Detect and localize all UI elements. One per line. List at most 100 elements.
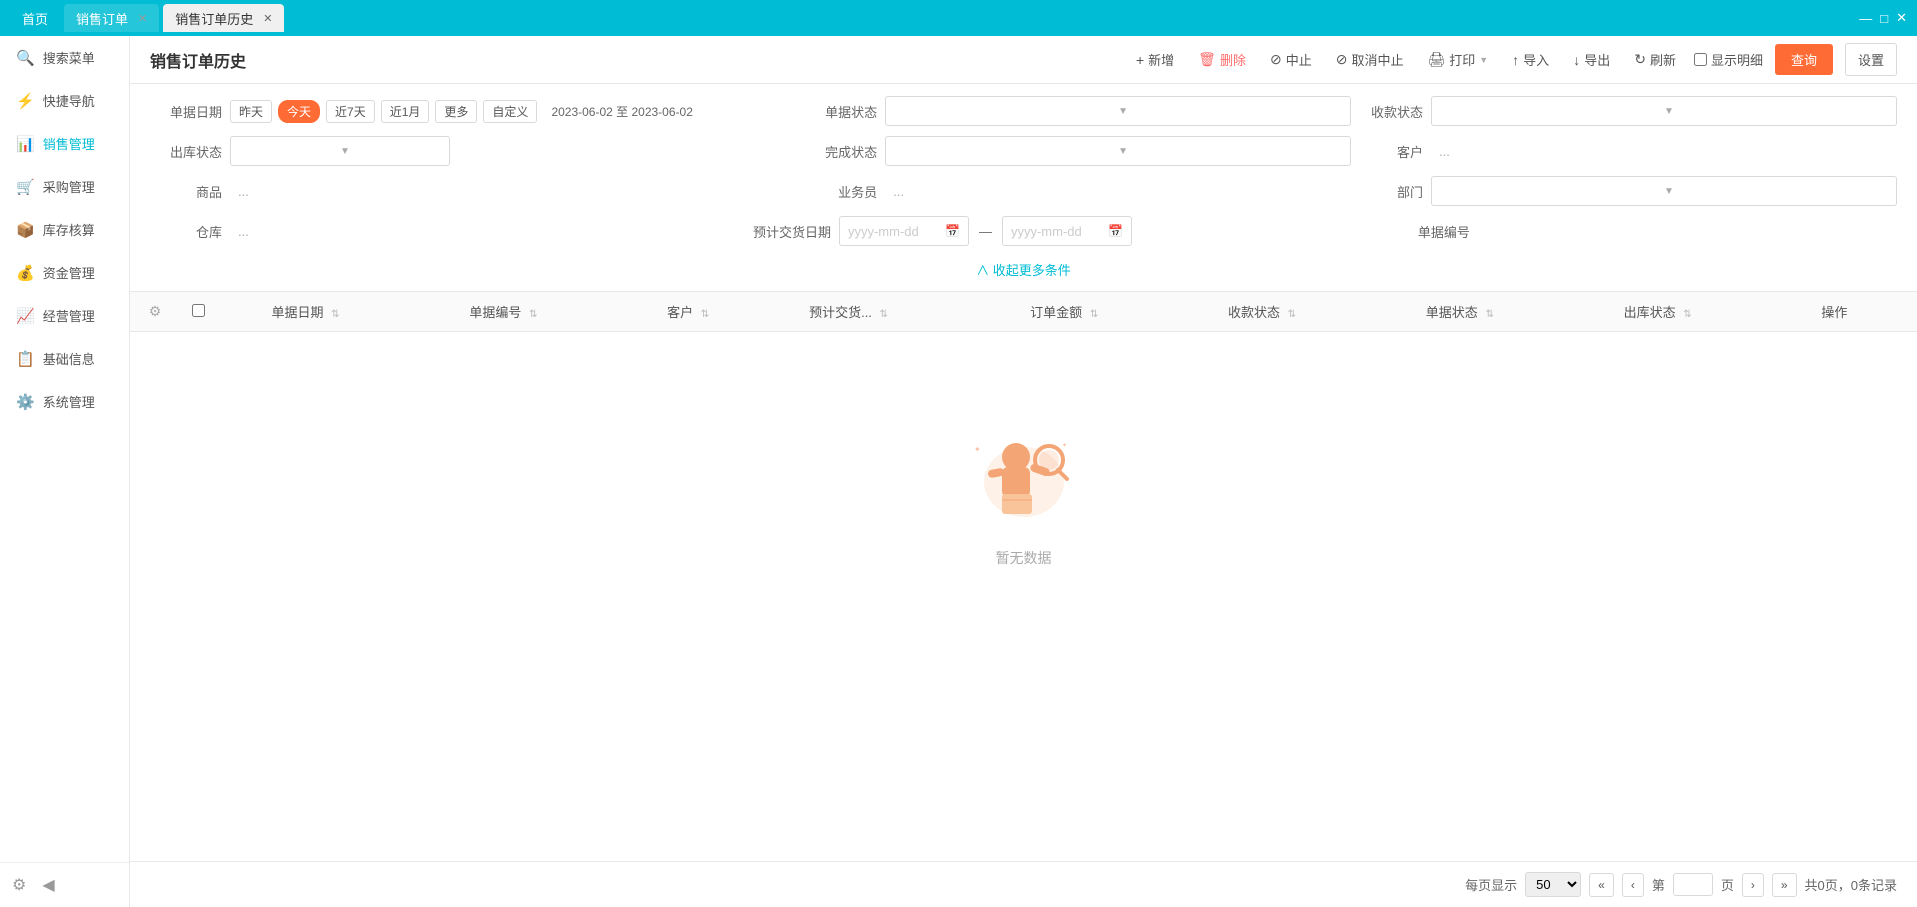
delete-btn[interactable]: 🗑 删除 xyxy=(1192,46,1252,73)
delivery-date-start[interactable]: yyyy-mm-dd 📅 xyxy=(839,216,969,246)
next-page-btn[interactable]: › xyxy=(1742,873,1764,897)
empty-illustration: ✦ ✦ xyxy=(964,412,1084,532)
order-status-select[interactable]: ▼ xyxy=(885,96,1351,126)
page-input[interactable]: 1 xyxy=(1673,873,1713,896)
complete-status-select[interactable]: ▼ xyxy=(885,136,1351,166)
date-more-btn[interactable]: 更多 xyxy=(435,100,477,123)
calendar-end-icon: 📅 xyxy=(1108,224,1123,238)
sidebar-settings-icon[interactable]: ⚙ xyxy=(12,875,26,895)
col-payment-status-label: 收款状态 xyxy=(1228,305,1280,320)
system-icon: ⚙️ xyxy=(16,393,35,411)
export-btn[interactable]: ↓ 导出 xyxy=(1567,46,1616,73)
tab-sales-order-close[interactable]: ✕ xyxy=(138,12,147,25)
warehouse-select[interactable]: ... xyxy=(238,224,249,239)
col-delivery-status[interactable]: 出库状态 ⇅ xyxy=(1612,292,1810,332)
customer-select[interactable]: ... xyxy=(1439,144,1450,159)
sidebar-item-operations[interactable]: 📈 经营管理 xyxy=(0,294,129,337)
refresh-btn-label: 刷新 xyxy=(1650,50,1676,69)
import-btn[interactable]: ↑ 导入 xyxy=(1506,46,1555,73)
sidebar-item-quick-nav[interactable]: ⚡ 快捷导航 xyxy=(0,79,129,122)
sidebar-collapse-icon[interactable]: ◀ xyxy=(42,875,54,895)
delivery-date-start-text: yyyy-mm-dd xyxy=(848,224,919,239)
cancel-stop-btn-label: 取消中止 xyxy=(1351,50,1403,69)
tab-sales-order-history-close[interactable]: ✕ xyxy=(263,12,272,25)
finance-icon: 💰 xyxy=(16,264,35,282)
sidebar-item-finance[interactable]: 💰 资金管理 xyxy=(0,251,129,294)
sidebar-item-inventory[interactable]: 📦 库存核算 xyxy=(0,208,129,251)
print-dropdown-icon[interactable]: ▼ xyxy=(1479,55,1488,65)
inventory-icon: 📦 xyxy=(16,221,35,239)
col-payment-status[interactable]: 收款状态 ⇅ xyxy=(1216,292,1414,332)
delivery-status-select[interactable]: ▼ xyxy=(230,136,450,166)
sidebar-item-basic-info[interactable]: 📋 基础信息 xyxy=(0,337,129,380)
col-checkbox xyxy=(180,292,260,332)
display-detail-checkbox[interactable] xyxy=(1694,53,1707,66)
date-last7-btn[interactable]: 近7天 xyxy=(326,100,375,123)
empty-state-cell: ✦ ✦ 暂无数据 xyxy=(130,332,1917,649)
payment-status-select[interactable]: ▼ xyxy=(1431,96,1897,126)
query-button[interactable]: 查询 xyxy=(1775,44,1833,75)
col-settings: ⚙ xyxy=(130,292,180,332)
minimize-btn[interactable]: — xyxy=(1859,11,1872,26)
date-today-btn[interactable]: 今天 xyxy=(278,100,320,123)
collapse-bar[interactable]: ∧ 收起更多条件 xyxy=(150,256,1897,279)
col-amount[interactable]: 订单金额 ⇅ xyxy=(1018,292,1216,332)
select-all-checkbox[interactable] xyxy=(192,304,205,317)
last-page-btn[interactable]: » xyxy=(1772,873,1797,897)
complete-status-arrow: ▼ xyxy=(1118,146,1342,157)
salesperson-select[interactable]: ... xyxy=(893,184,904,199)
sidebar-item-sales-mgmt-label: 销售管理 xyxy=(43,134,95,153)
table-settings-icon[interactable]: ⚙ xyxy=(149,303,162,319)
tab-sales-order[interactable]: 销售订单 ✕ xyxy=(64,4,159,32)
per-page-label: 每页显示 xyxy=(1465,875,1517,894)
col-no[interactable]: 单据编号 ⇅ xyxy=(457,292,655,332)
complete-status-label: 完成状态 xyxy=(805,142,885,161)
empty-svg: ✦ ✦ xyxy=(964,412,1084,532)
filter-row-2: 出库状态 ▼ 完成状态 ▼ 客户 ... xyxy=(150,136,1897,166)
product-select[interactable]: ... xyxy=(238,184,249,199)
sidebar-item-purchase-mgmt[interactable]: 🛒 采购管理 xyxy=(0,165,129,208)
col-order-status[interactable]: 单据状态 ⇅ xyxy=(1414,292,1612,332)
close-btn[interactable]: ✕ xyxy=(1896,10,1907,26)
prev-page-btn[interactable]: ‹ xyxy=(1622,873,1644,897)
department-arrow: ▼ xyxy=(1664,186,1888,197)
date-filter: 昨天 今天 近7天 近1月 更多 自定义 2023-06-02 至 2023-0… xyxy=(230,100,693,123)
date-last1m-btn[interactable]: 近1月 xyxy=(381,100,430,123)
tab-sales-order-history[interactable]: 销售订单历史 ✕ xyxy=(163,4,284,32)
department-select[interactable]: ▼ xyxy=(1431,176,1897,206)
date-yesterday-btn[interactable]: 昨天 xyxy=(230,100,272,123)
sidebar-item-sales-mgmt[interactable]: 📊 销售管理 xyxy=(0,122,129,165)
export-icon: ↓ xyxy=(1573,52,1580,68)
col-customer-sort: ⇅ xyxy=(701,309,709,320)
calendar-start-icon: 📅 xyxy=(945,224,960,238)
sidebar-item-quick-nav-label: 快捷导航 xyxy=(43,91,95,110)
print-btn-label: 打印 xyxy=(1449,50,1475,69)
page-prefix: 第 xyxy=(1652,875,1665,894)
stop-btn[interactable]: ⊘ 中止 xyxy=(1264,46,1318,73)
tab-sales-order-label: 销售订单 xyxy=(76,9,128,28)
col-date[interactable]: 单据日期 ⇅ xyxy=(260,292,458,332)
col-delivery-date[interactable]: 预计交货... ⇅ xyxy=(797,292,1018,332)
setting-button[interactable]: 设置 xyxy=(1845,43,1897,76)
cancel-stop-icon: ⊘ xyxy=(1336,51,1348,68)
filter-row-4: 仓库 ... 预计交货日期 yyyy-mm-dd 📅 — yyyy xyxy=(150,216,1897,246)
print-btn[interactable]: 🖨 打印 ▼ xyxy=(1421,46,1494,73)
refresh-btn[interactable]: ↻ 刷新 xyxy=(1628,46,1682,73)
new-btn[interactable]: + 新增 xyxy=(1130,46,1180,73)
pagination: 每页显示 50 10 20 100 « ‹ 第 1 页 › » 共0页，0条记录 xyxy=(130,861,1917,907)
filter-delivery-date-col: 预计交货日期 yyyy-mm-dd 📅 — yyyy-mm-dd 📅 xyxy=(749,216,1398,246)
display-detail-toggle[interactable]: 显示明细 xyxy=(1694,50,1763,69)
col-delivery-date-label: 预计交货... xyxy=(809,305,872,320)
sidebar-item-system[interactable]: ⚙️ 系统管理 xyxy=(0,380,129,423)
cancel-stop-btn[interactable]: ⊘ 取消中止 xyxy=(1330,46,1410,73)
delivery-date-end-text: yyyy-mm-dd xyxy=(1011,224,1082,239)
maximize-btn[interactable]: □ xyxy=(1880,11,1888,26)
sidebar-item-search-menu[interactable]: 🔍 搜索菜单 xyxy=(0,36,129,79)
delivery-date-end[interactable]: yyyy-mm-dd 📅 xyxy=(1002,216,1132,246)
col-customer[interactable]: 客户 ⇅ xyxy=(655,292,797,332)
tab-home[interactable]: 首页 xyxy=(10,4,60,32)
per-page-select[interactable]: 50 10 20 100 xyxy=(1525,872,1581,897)
first-page-btn[interactable]: « xyxy=(1589,873,1614,897)
delivery-date-label: 预计交货日期 xyxy=(749,222,839,241)
date-custom-btn[interactable]: 自定义 xyxy=(483,100,537,123)
